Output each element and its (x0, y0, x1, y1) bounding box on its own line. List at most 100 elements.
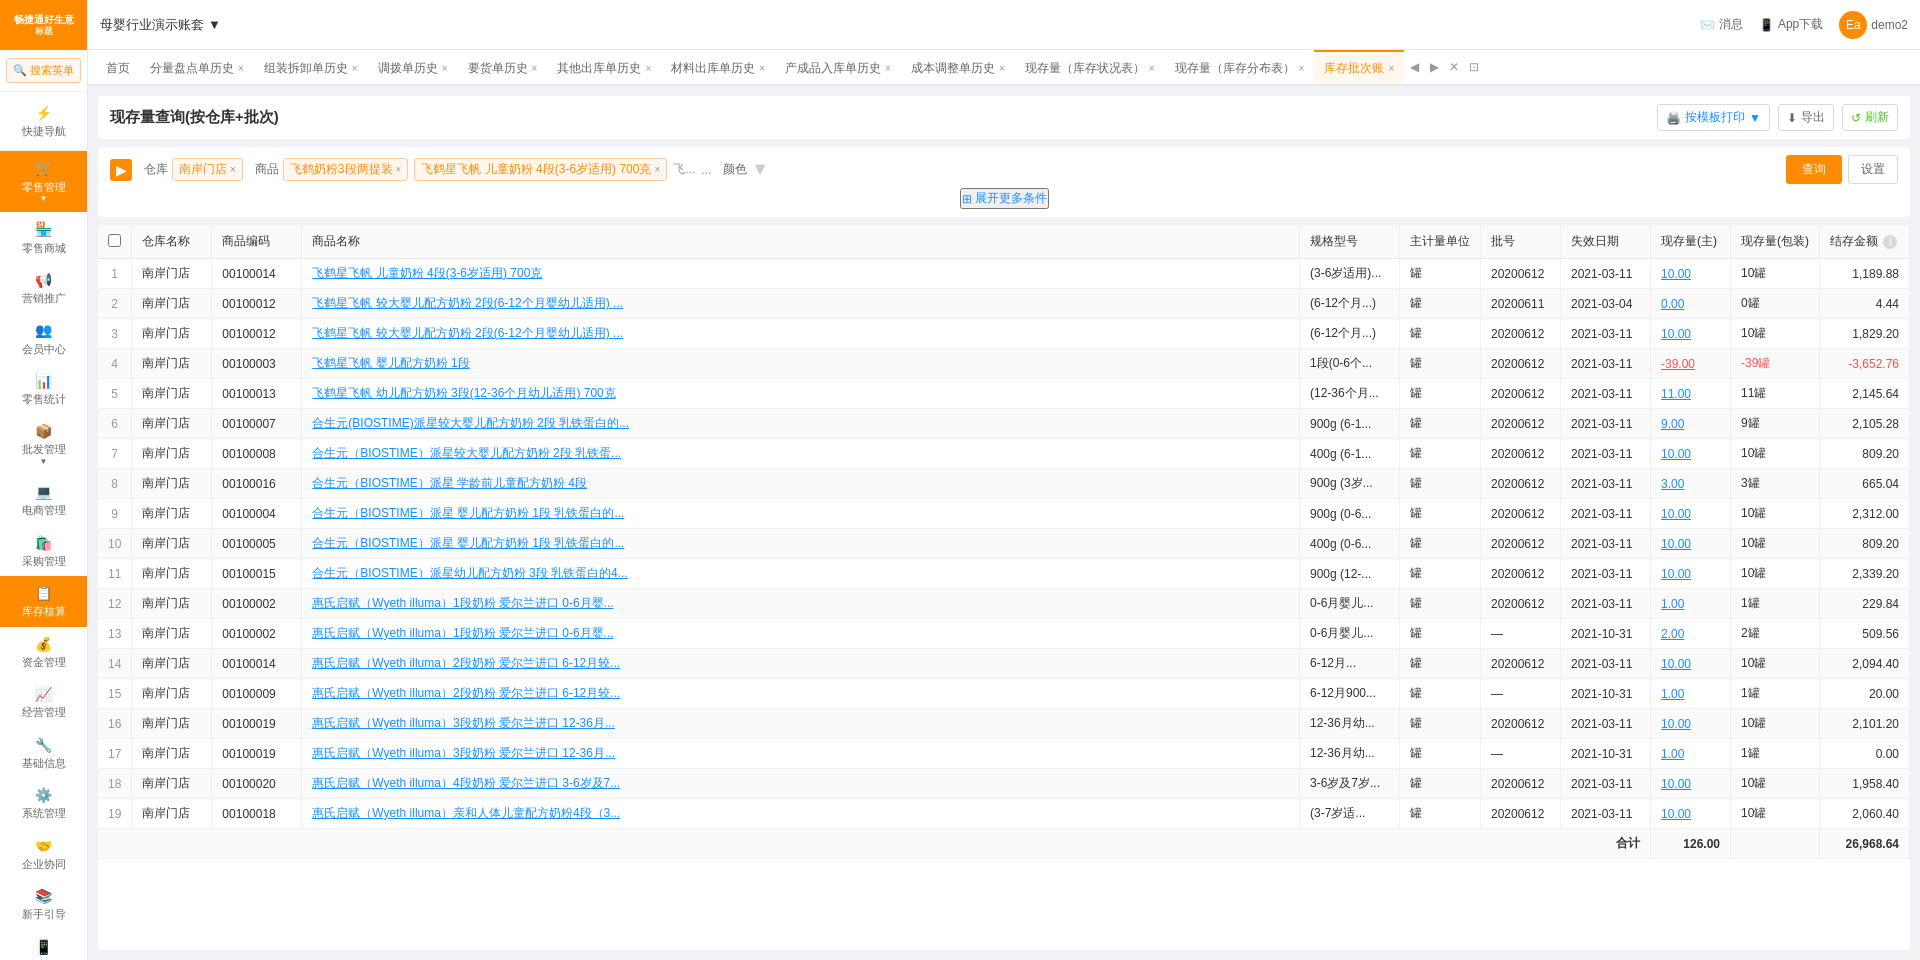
setting-button[interactable]: 设置 (1848, 155, 1898, 184)
table-cell[interactable]: 飞鹤星飞帆 儿童奶粉 4段(3-6岁适用) 700克 (302, 259, 1300, 289)
tab-nav-close[interactable]: ✕ (1444, 57, 1464, 77)
sidebar-item-app-center[interactable]: 📱 应用中心 (0, 930, 87, 960)
account-selector[interactable]: 母婴行业演示账套 ▼ (100, 16, 221, 34)
tab-requisition[interactable]: 要货单历史 × (458, 50, 548, 84)
tab-close-requisition[interactable]: × (532, 63, 538, 74)
table-cell[interactable]: 10.00 (1651, 799, 1731, 829)
tab-close-transfer[interactable]: × (442, 63, 448, 74)
tab-stock-dist[interactable]: 现存量（库存分布表） × (1165, 50, 1315, 84)
tab-close-product-in[interactable]: × (885, 63, 891, 74)
table-cell[interactable]: 10.00 (1651, 529, 1731, 559)
table-cell[interactable]: 惠氏启赋（Wyeth illuma）2段奶粉 爱尔兰进口 6-12月较... (302, 649, 1300, 679)
refresh-button[interactable]: ↺ 刷新 (1842, 104, 1898, 131)
sidebar-item-purchase[interactable]: 🛍️ 采购管理 (0, 526, 87, 576)
table-cell[interactable]: 惠氏启赋（Wyeth illuma）亲和人体儿童配方奶粉4段（3... (302, 799, 1300, 829)
table-cell[interactable]: 飞鹤星飞帆 婴儿配方奶粉 1段 (302, 349, 1300, 379)
print-button[interactable]: 🖨️ 按模板打印 ▼ (1657, 104, 1770, 131)
product-tag-1-close[interactable]: × (654, 164, 660, 175)
table-cell[interactable]: 1.00 (1651, 739, 1731, 769)
user-profile[interactable]: Ea demo2 (1839, 11, 1908, 39)
sidebar-item-shortcut[interactable]: ⚡ 快捷导航 (0, 96, 87, 146)
table-cell[interactable]: 合生元（BIOSTIME）派星较大婴儿配方奶粉 2段 乳铁蛋... (302, 439, 1300, 469)
sidebar-item-retail-mgmt[interactable]: 🛒 零售管理 ▼ (0, 151, 87, 212)
table-cell[interactable]: 9.00 (1651, 409, 1731, 439)
expand-more-button[interactable]: ⊞ 展开更多条件 (960, 188, 1049, 209)
table-cell[interactable]: 11.00 (1651, 379, 1731, 409)
tab-close-split-disk[interactable]: × (238, 63, 244, 74)
table-cell[interactable]: 飞鹤星飞帆 较大婴儿配方奶粉 2段(6-12个月婴幼儿适用) ... (302, 319, 1300, 349)
table-cell[interactable]: -39.00 (1651, 349, 1731, 379)
sidebar-item-finance[interactable]: 💰 资金管理 (0, 627, 87, 677)
table-cell[interactable]: 10.00 (1651, 709, 1731, 739)
sidebar-item-member[interactable]: 👥 会员中心 (0, 313, 87, 363)
tab-material-out[interactable]: 材料出库单历史 × (661, 50, 775, 84)
table-cell[interactable]: 10.00 (1651, 499, 1731, 529)
sidebar-item-system[interactable]: ⚙️ 系统管理 (0, 778, 87, 828)
table-cell[interactable]: 1.00 (1651, 679, 1731, 709)
sidebar-item-retail-shop[interactable]: 🏪 零售商城 (0, 212, 87, 262)
export-button[interactable]: ⬇ 导出 (1778, 104, 1834, 131)
balance-info-icon[interactable]: i (1883, 235, 1897, 249)
tab-close-disassemble[interactable]: × (352, 63, 358, 74)
table-cell[interactable]: 10.00 (1651, 439, 1731, 469)
product-more-ellipsis[interactable]: ... (701, 163, 711, 177)
tab-close-stock-status[interactable]: × (1149, 63, 1155, 74)
sidebar-item-marketing[interactable]: 📢 营销推广 (0, 263, 87, 313)
sidebar-item-retail-stats[interactable]: 📊 零售统计 (0, 364, 87, 414)
table-cell[interactable]: 合生元（BIOSTIME）派星 婴儿配方奶粉 1段 乳铁蛋白的... (302, 529, 1300, 559)
tab-close-stock-dist[interactable]: × (1299, 63, 1305, 74)
app-download-button[interactable]: 📱 App下载 (1759, 16, 1823, 33)
tab-close-batch-ledger[interactable]: × (1388, 63, 1394, 74)
tab-close-material-out[interactable]: × (759, 63, 765, 74)
product-tag-0-close[interactable]: × (396, 164, 402, 175)
table-cell[interactable]: 合生元（BIOSTIME）派星 学龄前儿童配方奶粉 4段 (302, 469, 1300, 499)
table-cell[interactable]: 2.00 (1651, 619, 1731, 649)
sidebar-item-ecommerce[interactable]: 💻 电商管理 (0, 475, 87, 525)
tab-disassemble[interactable]: 组装拆卸单历史 × (254, 50, 368, 84)
tab-split-disk[interactable]: 分量盘点单历史 × (140, 50, 254, 84)
table-cell[interactable]: 10.00 (1651, 559, 1731, 589)
tab-close-other-out[interactable]: × (645, 63, 651, 74)
sidebar-item-enterprise[interactable]: 🤝 企业协同 (0, 829, 87, 879)
sidebar-item-newbie[interactable]: 📚 新手引导 (0, 879, 87, 929)
table-cell[interactable]: 10.00 (1651, 259, 1731, 289)
table-cell[interactable]: 惠氏启赋（Wyeth illuma）1段奶粉 爱尔兰进口 0-6月婴... (302, 619, 1300, 649)
filter-expand-toggle[interactable]: ▶ (110, 159, 132, 181)
tab-product-in[interactable]: 产成品入库单历史 × (775, 50, 901, 84)
table-cell[interactable]: 惠氏启赋（Wyeth illuma）1段奶粉 爱尔兰进口 0-6月婴... (302, 589, 1300, 619)
table-cell[interactable]: 飞鹤星飞帆 幼儿配方奶粉 3段(12-36个月幼儿适用) 700克 (302, 379, 1300, 409)
table-cell[interactable]: 1.00 (1651, 589, 1731, 619)
table-cell[interactable]: 合生元（BIOSTIME）派星 婴儿配方奶粉 1段 乳铁蛋白的... (302, 499, 1300, 529)
sidebar-item-operations[interactable]: 📈 经营管理 (0, 677, 87, 727)
tab-nav-maximize[interactable]: ⊡ (1464, 57, 1484, 77)
table-cell[interactable]: 3.00 (1651, 469, 1731, 499)
tab-other-out[interactable]: 其他出库单历史 × (547, 50, 661, 84)
query-button[interactable]: 查询 (1786, 155, 1842, 184)
table-cell[interactable]: 惠氏启赋（Wyeth illuma）3段奶粉 爱尔兰进口 12-36月... (302, 709, 1300, 739)
table-cell[interactable]: 10.00 (1651, 319, 1731, 349)
search-button[interactable]: 🔍 搜索英单 (6, 58, 81, 83)
color-dropdown[interactable]: ▼ (751, 159, 769, 180)
product-ellipsis[interactable]: 飞... (673, 161, 695, 178)
tab-home[interactable]: 首页 (96, 50, 140, 84)
table-cell[interactable]: 合生元（BIOSTIME）派星幼儿配方奶粉 3段 乳铁蛋白的4... (302, 559, 1300, 589)
table-cell[interactable]: 惠氏启赋（Wyeth illuma）3段奶粉 爱尔兰进口 12-36月... (302, 739, 1300, 769)
tab-transfer[interactable]: 调拨单历史 × (368, 50, 458, 84)
table-cell[interactable]: 惠氏启赋（Wyeth illuma）4段奶粉 爱尔兰进口 3-6岁及7... (302, 769, 1300, 799)
sidebar-item-wholesale[interactable]: 📦 批发管理 ▼ (0, 414, 87, 475)
tab-close-cost-adjust[interactable]: × (999, 63, 1005, 74)
table-cell[interactable]: 惠氏启赋（Wyeth illuma）2段奶粉 爱尔兰进口 6-12月较... (302, 679, 1300, 709)
sidebar-item-basics[interactable]: 🔧 基础信息 (0, 728, 87, 778)
sidebar-item-inventory[interactable]: 📋 库存核算 (0, 576, 87, 626)
table-cell[interactable]: 10.00 (1651, 649, 1731, 679)
tab-cost-adjust[interactable]: 成本调整单历史 × (901, 50, 1015, 84)
warehouse-tag-close[interactable]: × (230, 164, 236, 175)
message-button[interactable]: ✉️ 消息 (1700, 16, 1743, 33)
select-all-checkbox[interactable] (108, 234, 121, 247)
tab-stock-status[interactable]: 现存量（库存状况表） × (1015, 50, 1165, 84)
table-cell[interactable]: 合生元(BIOSTIME)派星较大婴儿配方奶粉 2段 乳铁蛋白的... (302, 409, 1300, 439)
tab-nav-prev[interactable]: ◀ (1404, 57, 1424, 77)
tab-batch-ledger[interactable]: 库存批次账 × (1314, 50, 1404, 84)
table-cell[interactable]: 0.00 (1651, 289, 1731, 319)
table-cell[interactable]: 10.00 (1651, 769, 1731, 799)
